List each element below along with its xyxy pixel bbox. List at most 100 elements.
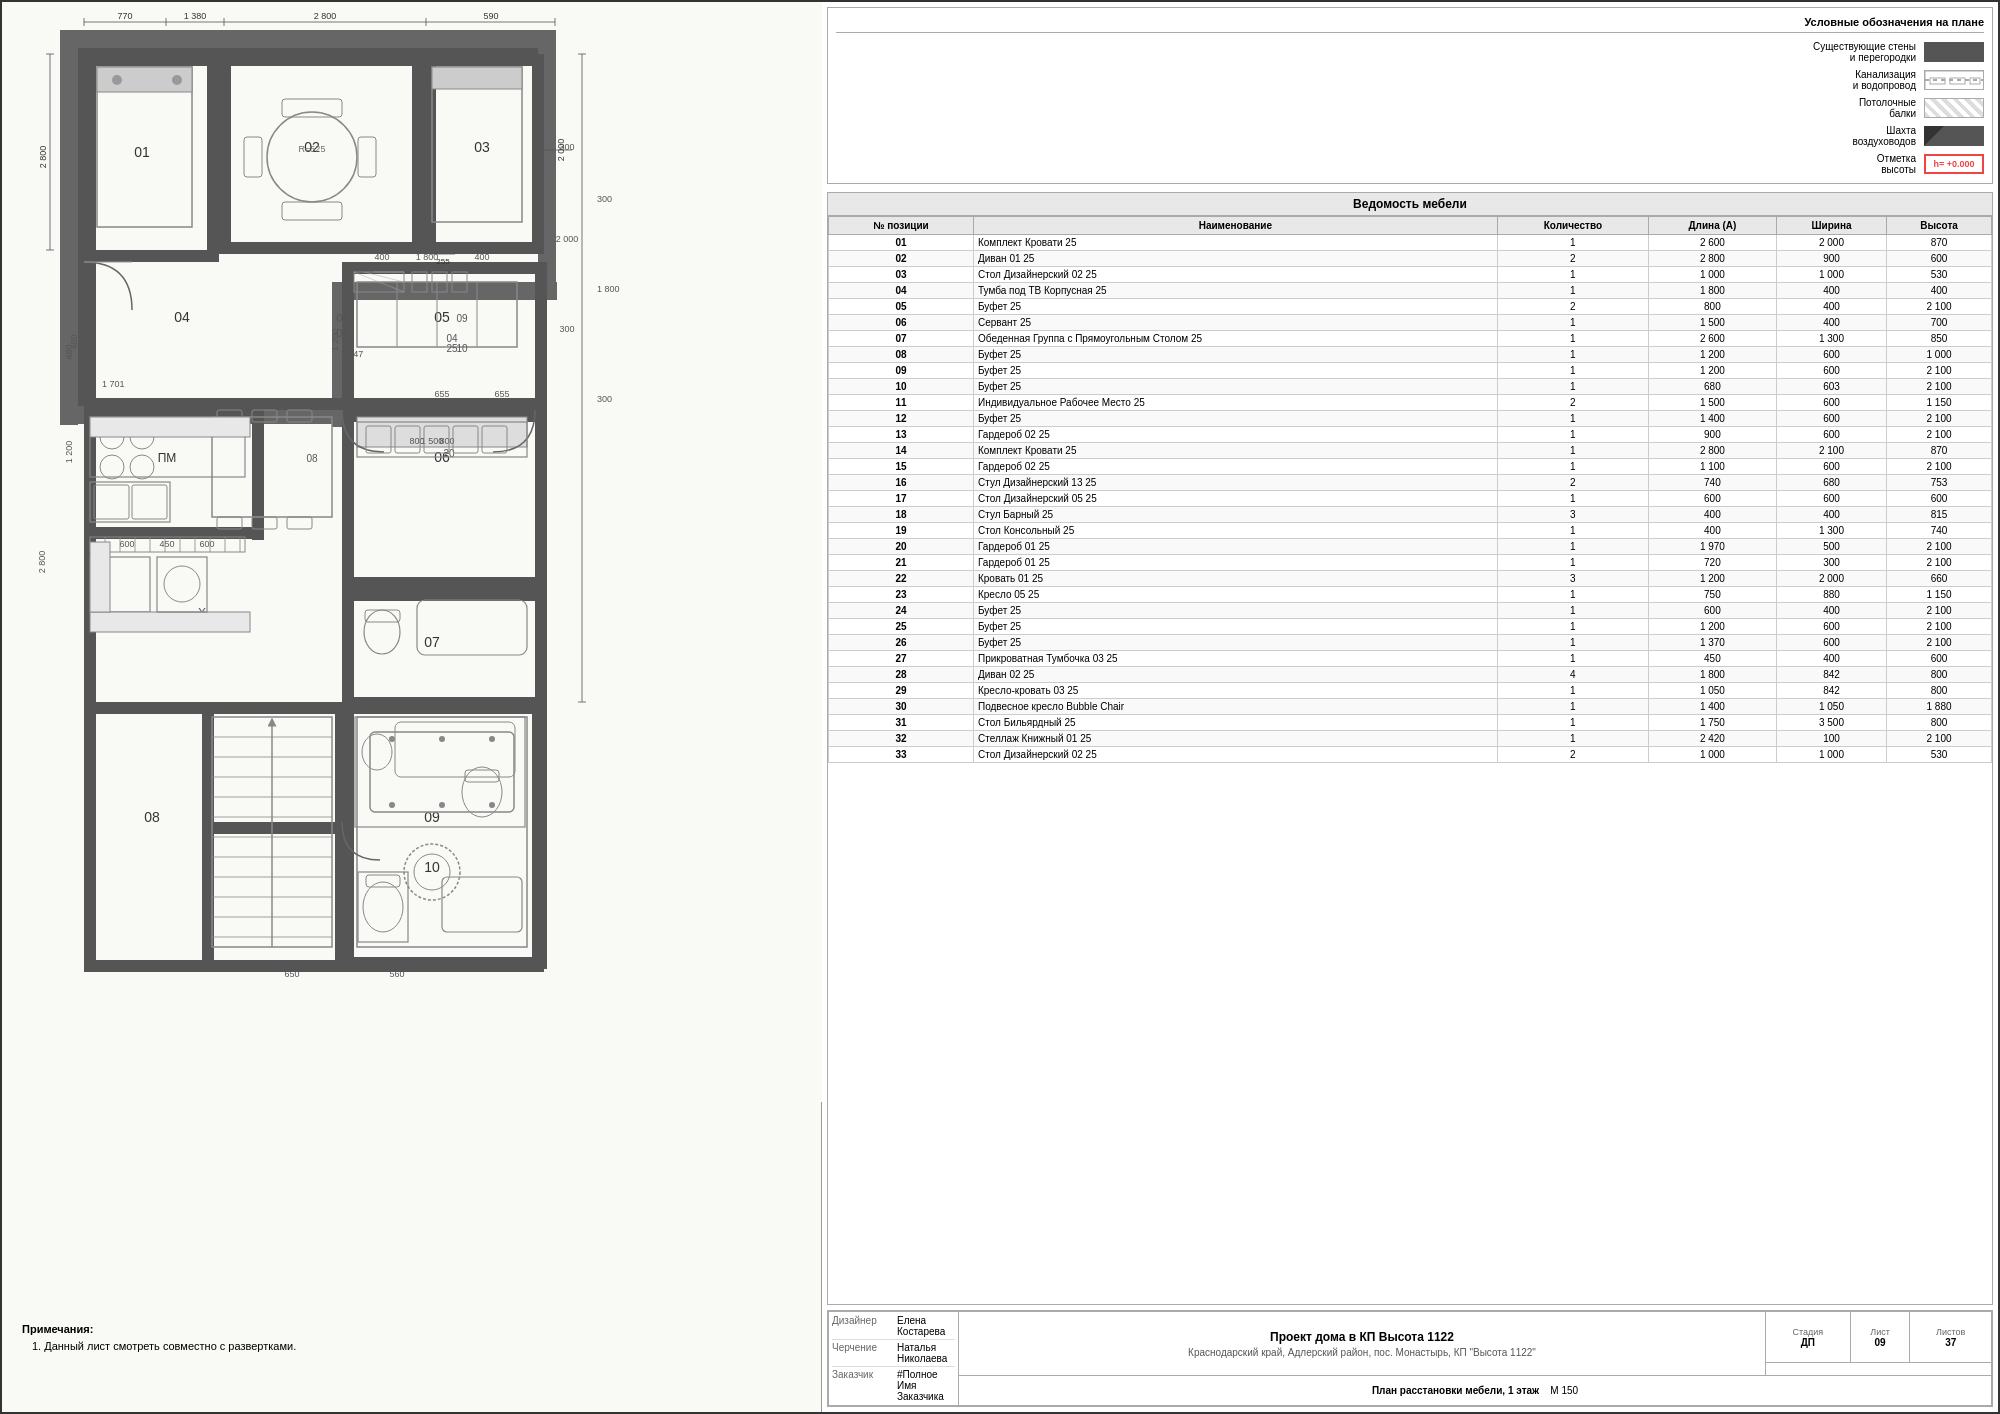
svg-rect-39 [342, 589, 547, 601]
notes-item-1: 1. Данный лист смотреть совместно с разв… [32, 1340, 802, 1352]
table-row: 01Комплект Кровати 2512 6002 000870 [829, 235, 1992, 251]
plan-title: План расстановки мебели, 1 этаж [1372, 1385, 1539, 1396]
col-header-pos: № позиции [829, 217, 974, 235]
sheets-value: 37 [1913, 1337, 1988, 1348]
svg-text:255: 255 [436, 257, 450, 266]
client-label: Заказчик [832, 1369, 892, 1402]
svg-text:480: 480 [69, 334, 79, 349]
svg-text:10: 10 [456, 343, 468, 354]
svg-rect-33 [252, 410, 264, 540]
legend-walls-text: Существующие стеныи перегородки [1813, 41, 1916, 63]
svg-point-206 [489, 802, 495, 808]
legend-beams-text: Потолочныебалки [1859, 97, 1916, 119]
stage-value: ДП [1769, 1337, 1847, 1348]
legend-item-pipes: Канализацияи водопровод [836, 69, 1984, 91]
legend-item-shaft: Шахтавоздуховодов [836, 125, 1984, 147]
table-row: 06Сервант 2511 500400700 [829, 315, 1992, 331]
legend-walls-symbol [1924, 42, 1984, 62]
table-row: 28Диван 02 2541 800842800 [829, 667, 1992, 683]
table-row: 18Стул Барный 253400400815 [829, 507, 1992, 523]
svg-rect-49 [342, 702, 547, 714]
svg-rect-43 [84, 702, 96, 972]
legend-height-text: Отметкавысоты [1877, 153, 1916, 175]
svg-text:2 800: 2 800 [37, 551, 47, 574]
svg-text:ПМ: ПМ [158, 451, 177, 465]
svg-text:650: 650 [284, 969, 299, 979]
svg-rect-37 [342, 577, 547, 589]
table-row: 21Гардероб 01 2517203002 100 [829, 555, 1992, 571]
svg-text:25: 25 [446, 343, 458, 354]
svg-rect-19 [219, 242, 424, 254]
table-row: 11Индивидуальное Рабочее Место 2521 5006… [829, 395, 1992, 411]
svg-rect-6 [60, 30, 555, 48]
table-row: 32Стеллаж Книжный 01 2512 4201002 100 [829, 731, 1992, 747]
svg-rect-75 [432, 67, 522, 89]
furniture-table-container: Ведомость мебели № позиции Наименование … [827, 192, 1993, 1305]
svg-text:800: 800 [439, 436, 454, 446]
svg-rect-29 [342, 398, 547, 410]
table-row: 26Буфет 2511 3706002 100 [829, 635, 1992, 651]
legend-height-symbol: h= +0.000 [1924, 154, 1984, 174]
svg-text:770: 770 [117, 11, 132, 21]
svg-rect-187 [90, 542, 110, 612]
svg-text:1 800: 1 800 [416, 252, 439, 262]
col-header-qty: Количество [1497, 217, 1648, 235]
svg-rect-52 [342, 957, 547, 969]
sheets-label: Листов [1913, 1327, 1988, 1337]
svg-rect-22 [532, 54, 544, 254]
svg-point-202 [439, 736, 445, 742]
svg-rect-25 [84, 398, 354, 410]
table-row: 05Буфет 2528004002 100 [829, 299, 1992, 315]
table-row: 29Кресло-кровать 03 2511 050842800 [829, 683, 1992, 699]
stage-label: Стадия [1769, 1327, 1847, 1337]
svg-rect-223 [1925, 71, 1984, 90]
svg-text:R=525: R=525 [299, 144, 326, 154]
svg-text:08: 08 [144, 809, 160, 825]
svg-text:300: 300 [597, 394, 612, 404]
table-row: 15Гардероб 02 2511 1006002 100 [829, 459, 1992, 475]
legend-area: Условные обозначения на плане Существующ… [827, 7, 1993, 184]
svg-rect-7 [60, 30, 78, 425]
legend-item-beams: Потолочныебалки [836, 97, 1984, 119]
svg-rect-184 [90, 612, 250, 632]
svg-rect-17 [219, 54, 231, 254]
legend-item-height: Отметкавысоты h= +0.000 [836, 153, 1984, 175]
col-header-width: Ширина [1776, 217, 1886, 235]
svg-text:655: 655 [494, 389, 509, 399]
designer-label: Дизайнер [832, 1315, 892, 1337]
table-row: 23Кресло 05 2517508801 150 [829, 587, 1992, 603]
svg-point-66 [112, 75, 122, 85]
legend-pipes-text: Канализацияи водопровод [1853, 69, 1916, 91]
svg-text:2 800: 2 800 [314, 11, 337, 21]
table-row: 17Стол Дизайнерский 05 251600600600 [829, 491, 1992, 507]
table-row: 30Подвесное кресло Bubble Chair11 4001 0… [829, 699, 1992, 715]
drafter-label: Черчение [832, 1342, 892, 1364]
col-header-name: Наименование [973, 217, 1497, 235]
col-header-length: Длина (А) [1648, 217, 1776, 235]
svg-text:03: 03 [474, 139, 490, 155]
svg-rect-181 [90, 417, 250, 437]
svg-text:01: 01 [134, 144, 150, 160]
svg-text:600: 600 [119, 539, 134, 549]
legend-item-walls: Существующие стеныи перегородки [836, 41, 1984, 63]
notes-title: Примечания: [22, 1323, 802, 1335]
svg-text:590: 590 [483, 11, 498, 21]
svg-text:2 000: 2 000 [556, 234, 579, 244]
svg-rect-47 [202, 822, 347, 834]
furniture-table-title: Ведомость мебели [828, 193, 1992, 216]
table-row: 12Буфет 2511 4006002 100 [829, 411, 1992, 427]
drafter-value: Наталья Николаева [897, 1342, 955, 1364]
svg-rect-18 [412, 54, 424, 254]
svg-rect-50 [342, 702, 354, 962]
table-row: 19Стол Консольный 2514001 300740 [829, 523, 1992, 539]
svg-rect-51 [535, 702, 547, 962]
svg-rect-14 [84, 250, 219, 262]
project-subtitle: Краснодарский край, Адлерский район, пос… [964, 1347, 1760, 1358]
svg-text:08: 08 [306, 453, 318, 464]
svg-rect-24 [84, 262, 96, 407]
svg-text:09: 09 [456, 313, 468, 324]
svg-text:04: 04 [174, 309, 190, 325]
svg-point-67 [172, 75, 182, 85]
svg-rect-28 [535, 262, 547, 407]
svg-rect-15 [207, 54, 219, 254]
